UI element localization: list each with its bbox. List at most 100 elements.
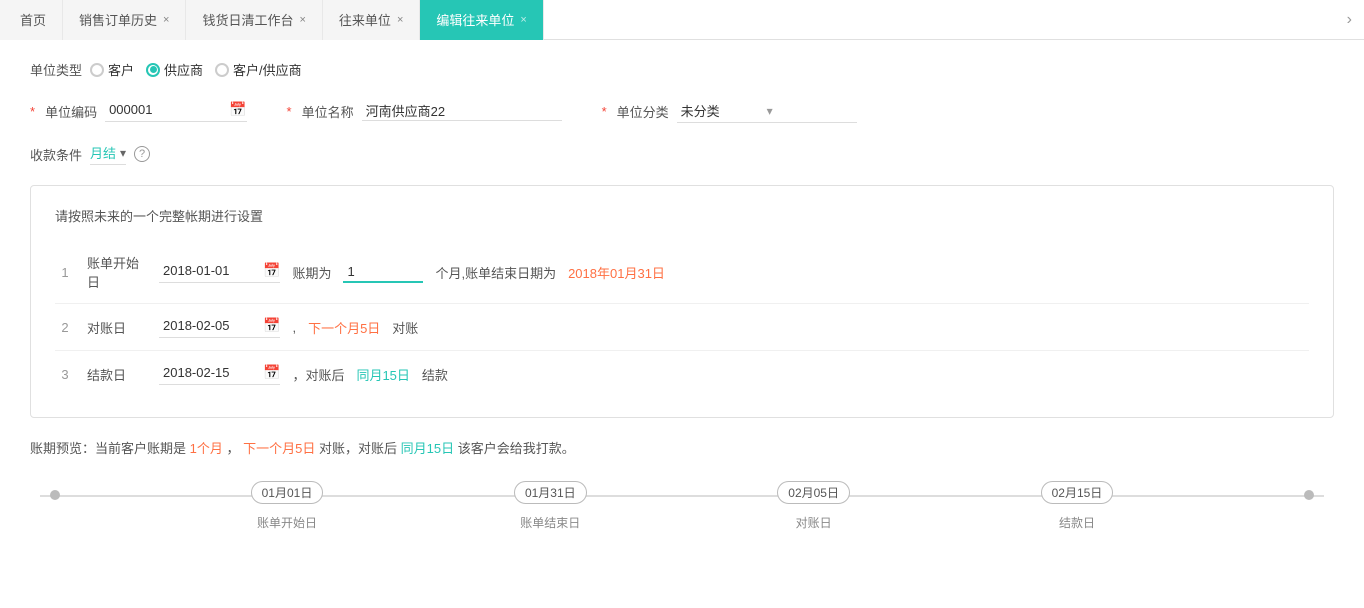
- unit-category-group: * 单位分类 未分类 ▾: [602, 99, 857, 123]
- payment-terms-dropdown[interactable]: 月结 ▾: [90, 143, 126, 165]
- chevron-down-icon: ▾: [767, 104, 853, 118]
- tl-badge-3: 02月05日: [777, 481, 850, 504]
- radio-supplier[interactable]: 供应商: [146, 60, 203, 79]
- payment-terms-value: 月结: [90, 143, 116, 162]
- reconcile-prefix: ,: [292, 320, 296, 335]
- row-num-2: 2: [55, 320, 75, 335]
- reconcile-date-input-wrapper: 📅: [159, 316, 280, 338]
- row-num-3: 3: [55, 367, 75, 382]
- tab-cash-work[interactable]: 钱货日清工作台 ×: [186, 0, 322, 40]
- unit-info-row: * 单位编码 📅 * 单位名称 * 单位分类 未分类 ▾: [30, 99, 1334, 123]
- section-title: 请按照未来的一个完整帐期进行设置: [55, 206, 1309, 225]
- timeline-node-4: 02月15日 结款日: [1041, 481, 1114, 531]
- tl-label-4: 结款日: [1059, 514, 1095, 531]
- row-label-1: 账单开始日: [87, 253, 147, 291]
- month-suffix: 个月,账单结束日期为: [435, 263, 556, 282]
- tl-badge-2: 01月31日: [514, 481, 587, 504]
- settings-section: 请按照未来的一个完整帐期进行设置 1 账单开始日 📅 账期为 个月,账单结束日期…: [30, 185, 1334, 418]
- required-star: *: [30, 104, 35, 119]
- tab-edit-partner-label: 编辑往来单位: [436, 10, 514, 29]
- payment-terms-group: 收款条件 月结 ▾ ?: [30, 143, 150, 165]
- unit-type-label: 单位类型: [30, 60, 82, 79]
- timeline-nodes: 01月01日 账单开始日 01月31日 账单结束日 02月05日 对账日 02月…: [50, 481, 1314, 531]
- unit-category-value: 未分类: [681, 101, 767, 120]
- payment-date-input[interactable]: [159, 363, 259, 382]
- row-num-1: 1: [55, 265, 75, 280]
- payment-highlight: 同月15日: [356, 365, 409, 384]
- radio-both-label: 客户/供应商: [233, 60, 302, 79]
- tab-partner-unit-label: 往来单位: [339, 10, 391, 29]
- start-date-input[interactable]: [159, 261, 259, 280]
- preview-section: 账期预览：当前客户账期是 1个月 ， 下一个月5日 对账，对账后 同月15日 该…: [30, 438, 1334, 457]
- reconcile-date-input[interactable]: [159, 316, 259, 335]
- preview-part1: 1个月: [190, 441, 223, 456]
- radio-circle-customer: [90, 63, 104, 77]
- unit-name-label: 单位名称: [302, 102, 354, 121]
- tab-sales-history-label: 销售订单历史: [79, 10, 157, 29]
- tab-cash-work-label: 钱货日清工作台: [202, 10, 293, 29]
- radio-supplier-label: 供应商: [164, 60, 203, 79]
- expand-icon[interactable]: ›: [1335, 11, 1364, 29]
- timeline-left-dot: [50, 481, 60, 500]
- unit-name-group: * 单位名称: [287, 101, 562, 121]
- radio-circle-supplier: [146, 63, 160, 77]
- tl-badge-4: 02月15日: [1041, 481, 1114, 504]
- tl-label-2: 账单结束日: [520, 514, 580, 531]
- end-date-highlight: 2018年01月31日: [568, 263, 665, 282]
- reconcile-suffix: 对账: [392, 318, 418, 337]
- setting-row-3: 3 结款日 📅 ，对账后 同月15日 结款: [55, 351, 1309, 397]
- payment-terms-label: 收款条件: [30, 145, 82, 164]
- timeline-container: 01月01日 账单开始日 01月31日 账单结束日 02月05日 对账日 02月…: [30, 481, 1334, 531]
- help-icon[interactable]: ?: [134, 146, 150, 162]
- tl-dot-left: [50, 490, 60, 500]
- unit-name-input[interactable]: [362, 101, 562, 121]
- tabs-bar: 首页 销售订单历史 × 钱货日清工作台 × 往来单位 × 编辑往来单位 × ›: [0, 0, 1364, 40]
- tab-edit-partner[interactable]: 编辑往来单位 ×: [420, 0, 543, 40]
- tab-partner-unit[interactable]: 往来单位 ×: [323, 0, 420, 40]
- calendar-icon[interactable]: 📅: [263, 364, 280, 381]
- row-label-2: 对账日: [87, 318, 147, 337]
- calendar-icon[interactable]: 📅: [229, 101, 246, 118]
- tl-dot-right: [1304, 490, 1314, 500]
- preview-middle1: ，: [227, 441, 240, 456]
- preview-part2: 下一个月5日: [243, 441, 315, 456]
- row-label-3: 结款日: [87, 365, 147, 384]
- tab-home[interactable]: 首页: [0, 0, 63, 40]
- preview-suffix: 该客户会给我打款。: [458, 441, 575, 456]
- radio-circle-both: [215, 63, 229, 77]
- required-star: *: [287, 104, 292, 119]
- unit-category-label: 单位分类: [617, 102, 669, 121]
- unit-category-dropdown[interactable]: 未分类 ▾: [677, 99, 857, 123]
- unit-type-group: 单位类型 客户 供应商 客户/供应商: [30, 60, 302, 79]
- calendar-icon[interactable]: 📅: [263, 317, 280, 334]
- preview-middle2: 对账，对账后: [319, 441, 401, 456]
- radio-customer-label: 客户: [108, 60, 134, 79]
- unit-code-group: * 单位编码 📅: [30, 100, 247, 122]
- radio-both[interactable]: 客户/供应商: [215, 60, 302, 79]
- setting-row-2: 2 对账日 📅 , 下一个月5日 对账: [55, 304, 1309, 351]
- payment-suffix: 结款: [422, 365, 448, 384]
- payment-prefix: ，对账后: [292, 365, 344, 384]
- unit-code-input[interactable]: [105, 100, 225, 119]
- payment-terms-row: 收款条件 月结 ▾ ?: [30, 143, 1334, 165]
- preview-part3: 同月15日: [401, 441, 454, 456]
- radio-customer[interactable]: 客户: [90, 60, 134, 79]
- month-input[interactable]: [343, 262, 423, 283]
- tl-badge-1: 01月01日: [251, 481, 324, 504]
- close-icon[interactable]: ×: [163, 14, 169, 26]
- close-icon[interactable]: ×: [299, 14, 305, 26]
- setting-row-1: 1 账单开始日 📅 账期为 个月,账单结束日期为 2018年01月31日: [55, 241, 1309, 304]
- tab-home-label: 首页: [20, 10, 46, 29]
- main-content: 单位类型 客户 供应商 客户/供应商 * 单位编码: [0, 40, 1364, 608]
- tl-label-3: 对账日: [796, 514, 832, 531]
- timeline-node-2: 01月31日 账单结束日: [514, 481, 587, 531]
- timeline-node-3: 02月05日 对账日: [777, 481, 850, 531]
- timeline-node-1: 01月01日 账单开始日: [251, 481, 324, 531]
- close-icon[interactable]: ×: [397, 14, 403, 26]
- calendar-icon[interactable]: 📅: [263, 262, 280, 279]
- radio-group: 客户 供应商 客户/供应商: [90, 60, 302, 79]
- tab-sales-history[interactable]: 销售订单历史 ×: [63, 0, 186, 40]
- chevron-down-icon: ▾: [120, 146, 126, 160]
- unit-code-input-wrapper: 📅: [105, 100, 246, 122]
- close-icon[interactable]: ×: [520, 14, 526, 26]
